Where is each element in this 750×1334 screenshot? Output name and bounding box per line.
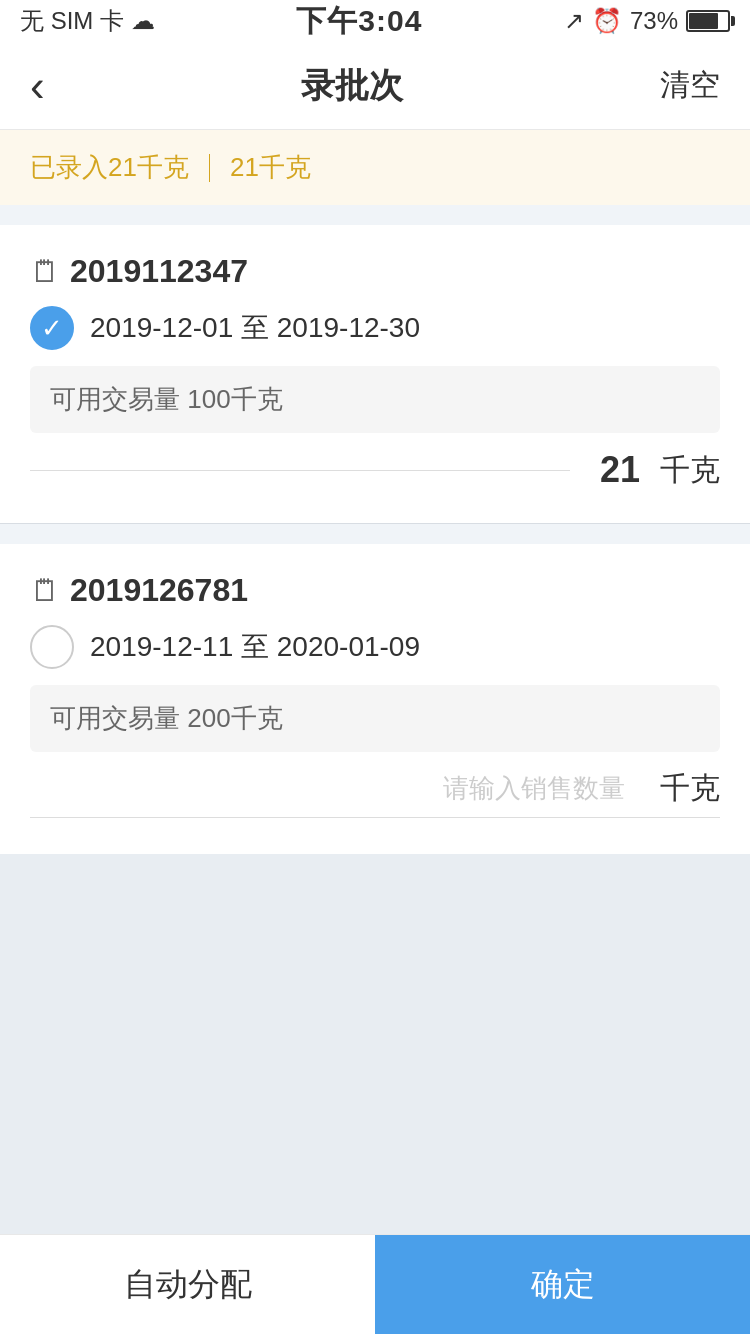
- recorded-amount-label: 已录入21千克: [30, 150, 189, 185]
- confirm-button[interactable]: 确定: [375, 1235, 750, 1334]
- card-separator: [0, 523, 750, 524]
- status-right: ↗ ⏰ 73%: [564, 7, 730, 35]
- batch1-date-row[interactable]: ✓ 2019-12-01 至 2019-12-30: [0, 306, 750, 366]
- nav-bar: ‹ 录批次 清空: [0, 42, 750, 130]
- batch2-date: 2019-12-11 至 2020-01-09: [90, 628, 420, 666]
- status-bar: 无 SIM 卡 ☁ 下午3:04 ↗ ⏰ 73%: [0, 0, 750, 42]
- info-divider: [209, 154, 210, 182]
- footer: 自动分配 确定: [0, 1234, 750, 1334]
- batch1-qty-value: 21: [600, 449, 640, 491]
- back-button[interactable]: ‹: [30, 64, 45, 108]
- batch2-id: 2019126781: [70, 572, 248, 609]
- battery-percent: 73%: [630, 7, 678, 35]
- status-left: 无 SIM 卡 ☁: [20, 5, 155, 37]
- gray-area: [0, 854, 750, 1254]
- batch1-unit: 千克: [660, 450, 720, 491]
- batch1-available-qty: 可用交易量 100千克: [30, 366, 720, 433]
- batch1-id: 2019112347: [70, 253, 248, 290]
- batch2-header: 🗒 2019126781: [0, 544, 750, 625]
- batch2-date-row[interactable]: 2019-12-11 至 2020-01-09: [0, 625, 750, 685]
- batch1-check-icon: ✓: [41, 315, 63, 341]
- battery-icon: [686, 10, 730, 32]
- batch2-unit: 千克: [660, 768, 720, 809]
- batch2-radio[interactable]: [30, 625, 74, 669]
- location-icon: ↗: [564, 7, 584, 35]
- batch1-header: 🗒 2019112347: [0, 225, 750, 306]
- batch2-card: 🗒 2019126781 2019-12-11 至 2020-01-09 可用交…: [0, 544, 750, 854]
- batch1-date: 2019-12-01 至 2019-12-30: [90, 309, 420, 347]
- info-banner: 已录入21千克 21千克: [0, 130, 750, 205]
- recorded-amount-value: 21千克: [230, 150, 311, 185]
- batch1-icon: 🗒: [30, 255, 60, 289]
- batch2-icon: 🗒: [30, 574, 60, 608]
- batch2-available-qty: 可用交易量 200千克: [30, 685, 720, 752]
- auto-distribute-button[interactable]: 自动分配: [0, 1235, 375, 1334]
- sim-status: 无 SIM 卡 ☁: [20, 5, 155, 37]
- batch1-radio[interactable]: ✓: [30, 306, 74, 350]
- status-time: 下午3:04: [296, 1, 422, 42]
- batch2-qty-input[interactable]: [30, 773, 640, 804]
- alarm-icon: ⏰: [592, 7, 622, 35]
- batch1-card: 🗒 2019112347 ✓ 2019-12-01 至 2019-12-30 可…: [0, 225, 750, 523]
- page-title: 录批次: [301, 63, 403, 109]
- clear-button[interactable]: 清空: [660, 65, 720, 106]
